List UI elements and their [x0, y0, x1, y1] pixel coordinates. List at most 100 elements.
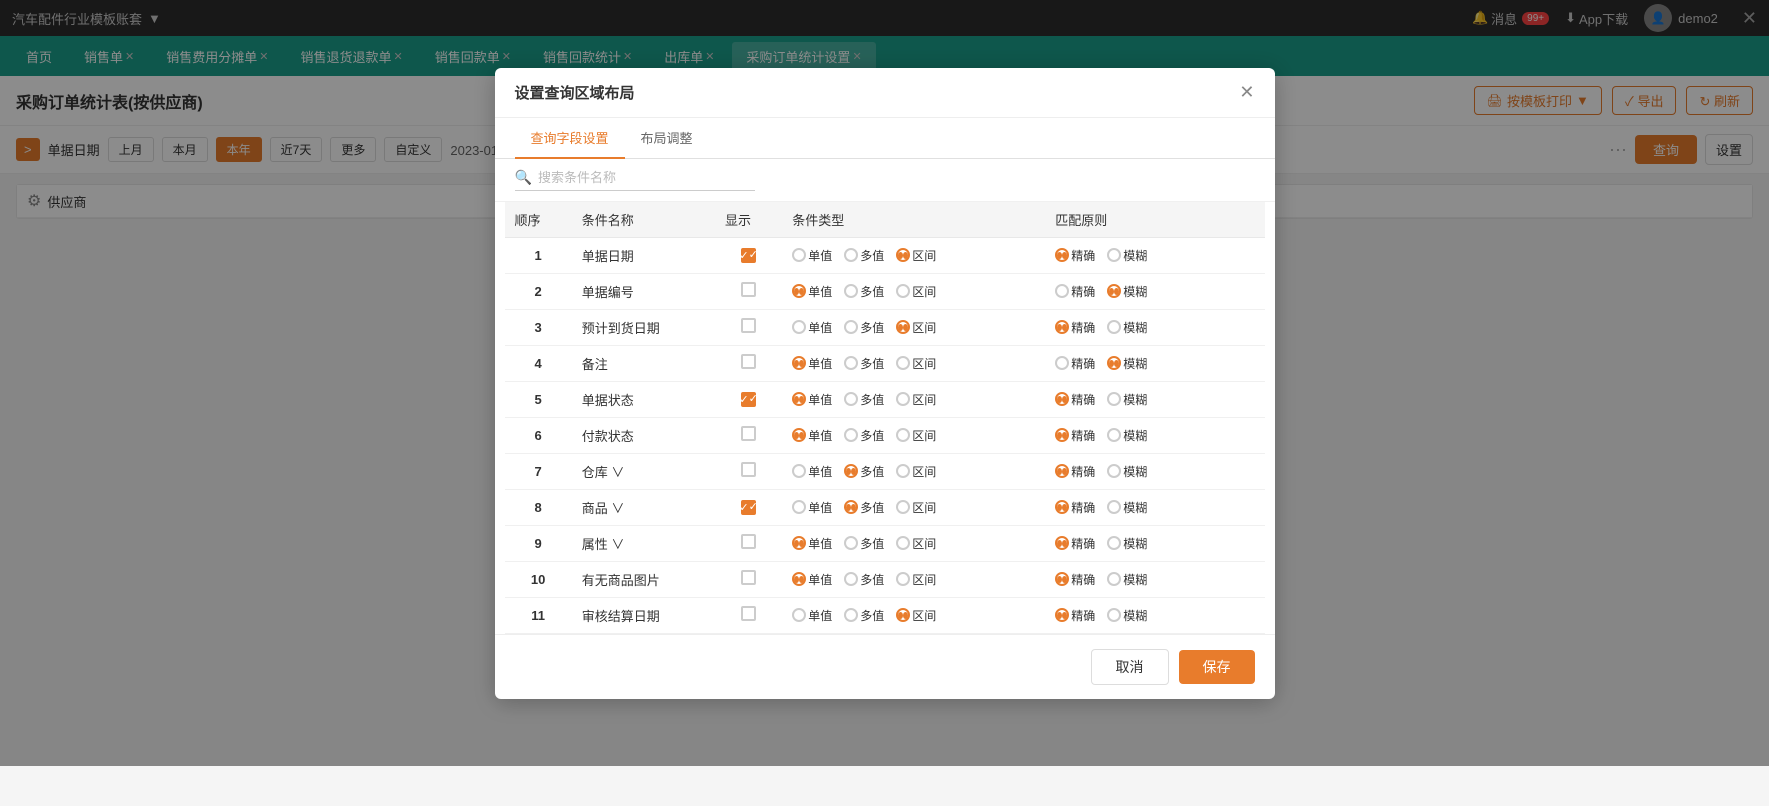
radio-match-精确-5[interactable]: 精确 [1055, 427, 1095, 444]
checkbox-8[interactable] [741, 534, 756, 549]
radio-type-区间-8[interactable]: 区间 [896, 535, 936, 552]
row-checkbox-1[interactable] [715, 273, 782, 309]
dialog-tab-query-fields[interactable]: 查询字段设置 [515, 118, 625, 159]
search-input[interactable] [538, 170, 738, 185]
row-checkbox-9[interactable] [715, 561, 782, 597]
checkbox-6[interactable] [741, 462, 756, 477]
radio-type-区间-1[interactable]: 区间 [896, 283, 936, 300]
checkbox-4[interactable]: ✓ [741, 392, 756, 407]
checkbox-2[interactable] [741, 318, 756, 333]
radio-match-精确-8[interactable]: 精确 [1055, 535, 1095, 552]
th-condition-type: 条件类型 [782, 202, 1045, 238]
radio-match-模糊-8[interactable]: 模糊 [1107, 535, 1147, 552]
radio-type-区间-0[interactable]: 区间 [896, 247, 936, 264]
radio-match-模糊-6[interactable]: 模糊 [1107, 463, 1147, 480]
radio-type-单值-9[interactable]: 单值 [792, 571, 832, 588]
radio-type-多值-1[interactable]: 多值 [844, 283, 884, 300]
radio-match-精确-6[interactable]: 精确 [1055, 463, 1095, 480]
dialog-tab-layout[interactable]: 布局调整 [625, 118, 709, 159]
row-checkbox-7[interactable]: ✓ [715, 489, 782, 525]
radio-type-区间-4[interactable]: 区间 [896, 391, 936, 408]
radio-match-精确-2[interactable]: 精确 [1055, 319, 1095, 336]
radio-match-模糊-10[interactable]: 模糊 [1107, 607, 1147, 624]
radio-match-模糊-2[interactable]: 模糊 [1107, 319, 1147, 336]
radio-type-单值-8[interactable]: 单值 [792, 535, 832, 552]
radio-match-模糊-7[interactable]: 模糊 [1107, 499, 1147, 516]
row-name-1: 单据编号 [572, 273, 715, 309]
save-button[interactable]: 保存 [1179, 650, 1255, 684]
radio-match-精确-1[interactable]: 精确 [1055, 283, 1095, 300]
radio-type-区间-10[interactable]: 区间 [896, 607, 936, 624]
radio-type-单值-7[interactable]: 单值 [792, 499, 832, 516]
radio-match-精确-9[interactable]: 精确 [1055, 571, 1095, 588]
dialog-title: 设置查询区域布局 [515, 82, 635, 103]
checkbox-3[interactable] [741, 354, 756, 369]
radio-type-单值-3[interactable]: 单值 [792, 355, 832, 372]
radio-type-区间-2[interactable]: 区间 [896, 319, 936, 336]
radio-type-多值-0[interactable]: 多值 [844, 247, 884, 264]
radio-match-模糊-4[interactable]: 模糊 [1107, 391, 1147, 408]
radio-type-多值-3[interactable]: 多值 [844, 355, 884, 372]
checkbox-9[interactable] [741, 570, 756, 585]
radio-type-多值-4[interactable]: 多值 [844, 391, 884, 408]
checkbox-1[interactable] [741, 282, 756, 297]
row-type-4: 单值多值区间 [782, 381, 1045, 417]
dialog-close-button[interactable]: ✕ [1239, 82, 1254, 103]
radio-match-精确-0[interactable]: 精确 [1055, 247, 1095, 264]
radio-type-区间-3[interactable]: 区间 [896, 355, 936, 372]
radio-type-多值-10[interactable]: 多值 [844, 607, 884, 624]
radio-type-区间-7[interactable]: 区间 [896, 499, 936, 516]
radio-match-模糊-5[interactable]: 模糊 [1107, 427, 1147, 444]
radio-match-模糊-9[interactable]: 模糊 [1107, 571, 1147, 588]
radio-type-单值-1[interactable]: 单值 [792, 283, 832, 300]
radio-type-单值-4[interactable]: 单值 [792, 391, 832, 408]
row-name-5: 付款状态 [572, 417, 715, 453]
checkbox-10[interactable] [741, 606, 756, 621]
radio-type-区间-9[interactable]: 区间 [896, 571, 936, 588]
row-checkbox-10[interactable] [715, 597, 782, 633]
radio-type-区间-5[interactable]: 区间 [896, 427, 936, 444]
radio-type-单值-6[interactable]: 单值 [792, 463, 832, 480]
row-type-6: 单值多值区间 [782, 453, 1045, 489]
radio-match-模糊-1[interactable]: 模糊 [1107, 283, 1147, 300]
row-type-9: 单值多值区间 [782, 561, 1045, 597]
radio-match-精确-7[interactable]: 精确 [1055, 499, 1095, 516]
radio-type-单值-5[interactable]: 单值 [792, 427, 832, 444]
radio-match-模糊-3[interactable]: 模糊 [1107, 355, 1147, 372]
radio-type-多值-6[interactable]: 多值 [844, 463, 884, 480]
row-name-10: 审核结算日期 [572, 597, 715, 633]
dialog-table-wrap: 顺序 条件名称 显示 条件类型 匹配原则 1单据日期✓单值多值区间精确模糊2单据… [495, 202, 1275, 634]
row-type-10: 单值多值区间 [782, 597, 1045, 633]
row-checkbox-4[interactable]: ✓ [715, 381, 782, 417]
radio-type-多值-9[interactable]: 多值 [844, 571, 884, 588]
radio-type-单值-0[interactable]: 单值 [792, 247, 832, 264]
row-checkbox-3[interactable] [715, 345, 782, 381]
table-row: 10有无商品图片单值多值区间精确模糊 [505, 561, 1265, 597]
checkbox-5[interactable] [741, 426, 756, 441]
row-checkbox-6[interactable] [715, 453, 782, 489]
radio-type-多值-5[interactable]: 多值 [844, 427, 884, 444]
row-order-9: 9 [505, 525, 572, 561]
radio-type-区间-6[interactable]: 区间 [896, 463, 936, 480]
radio-match-精确-4[interactable]: 精确 [1055, 391, 1095, 408]
row-checkbox-0[interactable]: ✓ [715, 237, 782, 273]
row-checkbox-2[interactable] [715, 309, 782, 345]
radio-match-精确-3[interactable]: 精确 [1055, 355, 1095, 372]
radio-type-多值-7[interactable]: 多值 [844, 499, 884, 516]
radio-type-多值-2[interactable]: 多值 [844, 319, 884, 336]
row-type-0: 单值多值区间 [782, 237, 1045, 273]
cancel-button[interactable]: 取消 [1091, 649, 1169, 685]
radio-match-模糊-0[interactable]: 模糊 [1107, 247, 1147, 264]
row-type-2: 单值多值区间 [782, 309, 1045, 345]
radio-type-单值-10[interactable]: 单值 [792, 607, 832, 624]
row-match-4: 精确模糊 [1045, 381, 1264, 417]
radio-type-多值-8[interactable]: 多值 [844, 535, 884, 552]
radio-type-单值-2[interactable]: 单值 [792, 319, 832, 336]
row-order-1: 1 [505, 237, 572, 273]
checkbox-0[interactable]: ✓ [741, 248, 756, 263]
radio-match-精确-10[interactable]: 精确 [1055, 607, 1095, 624]
checkbox-7[interactable]: ✓ [741, 500, 756, 515]
row-order-2: 2 [505, 273, 572, 309]
row-checkbox-8[interactable] [715, 525, 782, 561]
row-checkbox-5[interactable] [715, 417, 782, 453]
